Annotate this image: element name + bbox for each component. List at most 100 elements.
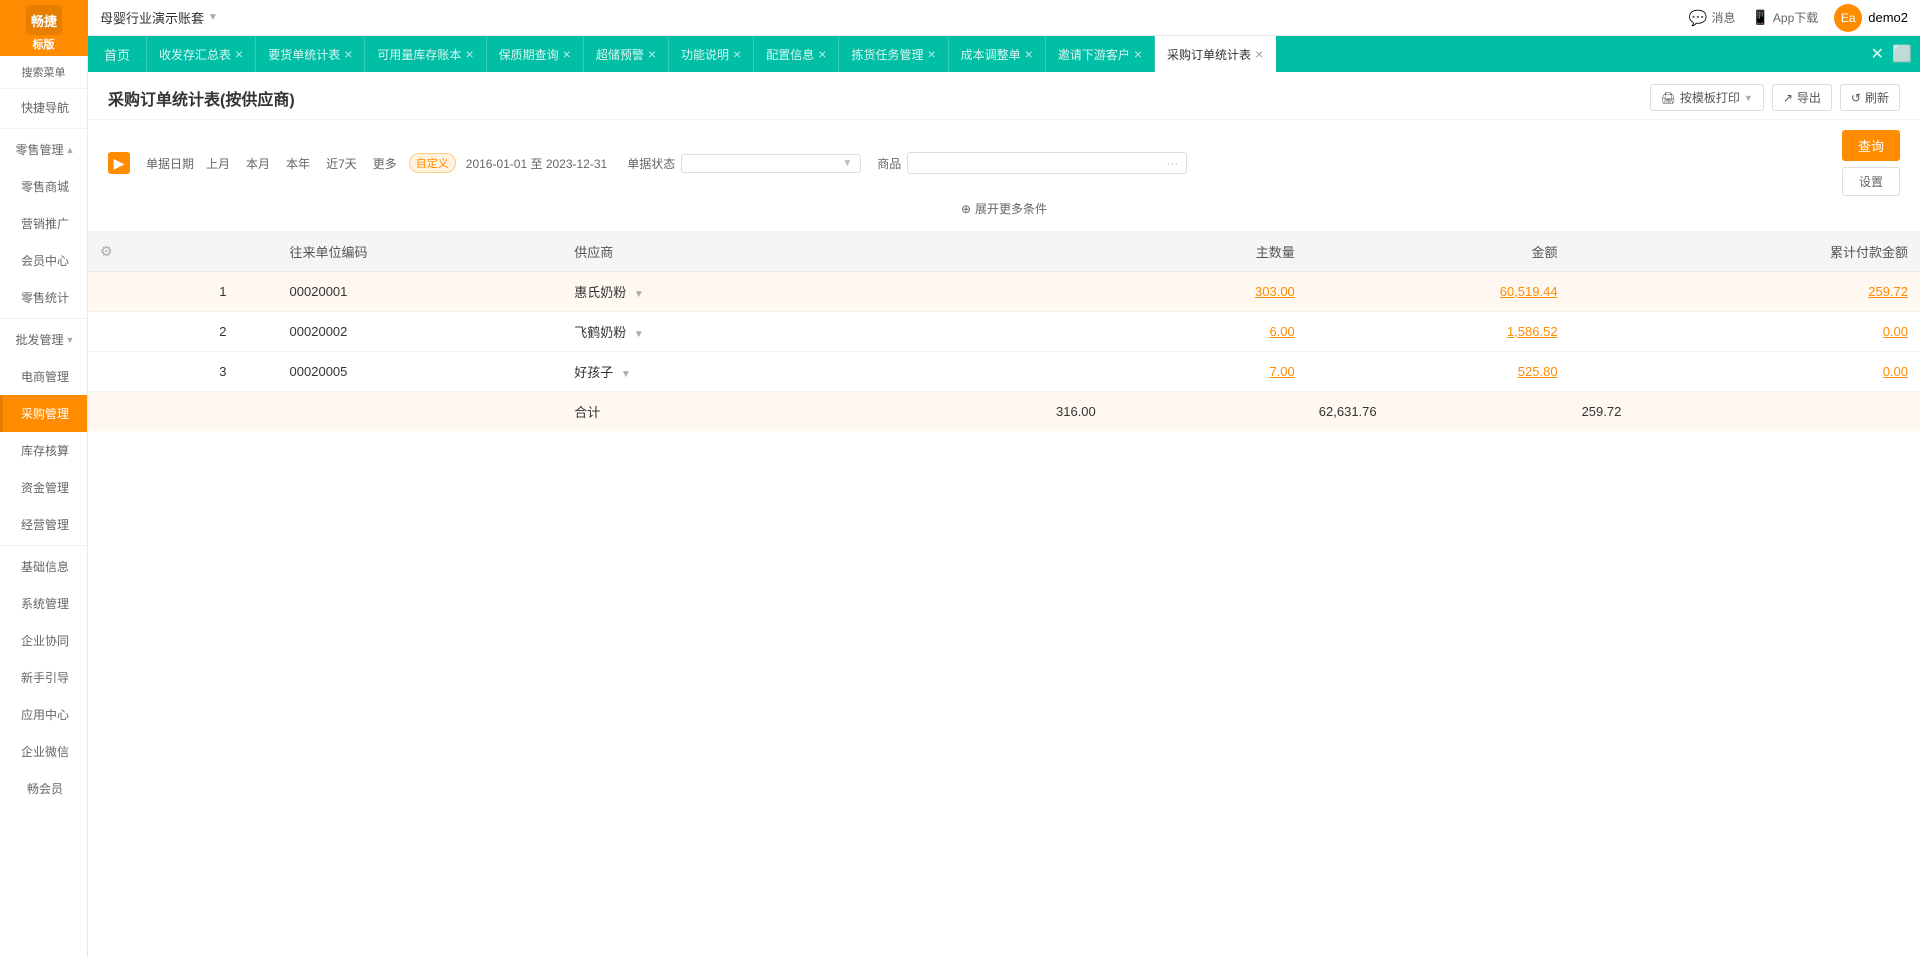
goods-input[interactable]: ···: [907, 152, 1187, 174]
message-label: 消息: [1711, 9, 1735, 26]
tab-close-icon[interactable]: ×: [648, 47, 656, 61]
row-paid[interactable]: 0.00: [1570, 352, 1920, 392]
tab-close-icon[interactable]: ×: [818, 47, 826, 61]
tab-close-icon[interactable]: ×: [235, 47, 243, 61]
sidebar-item-basic-info[interactable]: 基础信息: [0, 548, 87, 585]
filter-actions: 查询 设置: [1842, 130, 1900, 196]
search-menu[interactable]: 搜索菜单: [0, 56, 87, 89]
supplier-expand-icon[interactable]: ▼: [634, 289, 644, 300]
date-shortcut-this-year[interactable]: 本年: [280, 153, 316, 174]
template-print-button[interactable]: 🖨 按模板打印 ▼: [1650, 84, 1764, 111]
tab-close-active-icon[interactable]: ×: [1255, 47, 1263, 61]
col-header-index: [168, 232, 277, 272]
sidebar-item-inventory[interactable]: 库存核算: [0, 432, 87, 469]
refresh-icon: ↺: [1851, 91, 1861, 105]
tab-picking-task[interactable]: 拣货任务管理 ×: [839, 36, 948, 72]
tab-close-icon[interactable]: ×: [1025, 47, 1033, 61]
tab-maximize-icon[interactable]: ⬜: [1892, 44, 1912, 64]
table-header-row: ⚙ 往来单位编码 供应商 主数量: [88, 232, 1920, 272]
tab-warranty-query[interactable]: 保质期查询 ×: [487, 36, 584, 72]
date-shortcut-more[interactable]: 更多: [367, 153, 403, 174]
supplier-expand-icon[interactable]: ▼: [621, 369, 631, 380]
workspace-chevron-icon: ▼: [208, 12, 218, 23]
sidebar-item-operations[interactable]: 经营管理: [0, 506, 87, 543]
sidebar-item-retail-store[interactable]: 零售商城: [0, 168, 87, 205]
goods-filter-label: 商品: [877, 155, 901, 172]
tab-receive-summary[interactable]: 收发存汇总表 ×: [147, 36, 256, 72]
date-shortcut-this-month[interactable]: 本月: [240, 153, 276, 174]
col-header-paid: 累计付款金额: [1570, 232, 1920, 272]
filter-toggle-button[interactable]: ▶: [108, 152, 130, 174]
row-qty[interactable]: 6.00: [1044, 312, 1307, 352]
tab-close-icon[interactable]: ×: [344, 47, 352, 61]
status-select-arrow-icon: ▼: [842, 158, 852, 169]
row-amount[interactable]: 1,586.52: [1307, 312, 1570, 352]
export-button[interactable]: ↗ 导出: [1772, 84, 1832, 111]
tab-available-inventory[interactable]: 可用量库存账本 ×: [365, 36, 486, 72]
table-row: 1 00020001 惠氏奶粉 ▼ 303.00 60,519.44 259.7…: [88, 272, 1920, 312]
goods-more-icon: ···: [1166, 156, 1178, 170]
sidebar-item-wholesale-mgmt[interactable]: 批发管理 ▼: [0, 321, 87, 358]
sidebar-item-app-center[interactable]: 应用中心: [0, 696, 87, 733]
row-qty[interactable]: 7.00: [1044, 352, 1307, 392]
workspace-selector[interactable]: 母婴行业演示账套 ▼: [100, 8, 218, 27]
settings-button[interactable]: 设置: [1842, 167, 1900, 196]
tab-close-icon[interactable]: ×: [927, 47, 935, 61]
row-paid[interactable]: 259.72: [1570, 272, 1920, 312]
date-filter-label: 单据日期: [146, 155, 194, 172]
sidebar-item-member-program[interactable]: 畅会员: [0, 770, 87, 807]
tab-function-desc[interactable]: 功能说明 ×: [669, 36, 754, 72]
col-header-code: 往来单位编码: [278, 232, 563, 272]
sidebar-item-new-guide[interactable]: 新手引导: [0, 659, 87, 696]
tab-close-icon[interactable]: ×: [1134, 47, 1142, 61]
sidebar-item-ecommerce[interactable]: 电商管理: [0, 358, 87, 395]
sidebar-item-purchase-mgmt[interactable]: 采购管理: [0, 395, 87, 432]
tab-purchase-stats[interactable]: 要货单统计表 ×: [256, 36, 365, 72]
date-shortcut-last-month[interactable]: 上月: [200, 153, 236, 174]
footer-amount: 62,631.76: [1307, 392, 1570, 432]
date-shortcut-7days[interactable]: 近7天: [320, 153, 363, 174]
row-index: 1: [168, 272, 277, 312]
tab-close-icon[interactable]: ×: [563, 47, 571, 61]
status-select[interactable]: ▼: [681, 154, 861, 173]
tab-cost-adjust[interactable]: 成本调整单 ×: [949, 36, 1046, 72]
content-area: 采购订单统计表(按供应商) 🖨 按模板打印 ▼ ↗ 导出 ↺ 刷新: [88, 72, 1920, 957]
date-range-value: 2016-01-01 至 2023-12-31: [462, 155, 611, 172]
message-button[interactable]: 💬 消息: [1689, 9, 1736, 27]
row-amount[interactable]: 60,519.44: [1307, 272, 1570, 312]
sidebar-item-system-mgmt[interactable]: 系统管理: [0, 585, 87, 622]
tab-purchase-order-stats[interactable]: 采购订单统计表 ×: [1155, 36, 1276, 72]
tab-config-info[interactable]: 配置信息 ×: [754, 36, 839, 72]
refresh-button[interactable]: ↺ 刷新: [1840, 84, 1900, 111]
chevron-down-icon: ▲: [66, 145, 75, 155]
row-qty[interactable]: 303.00: [1044, 272, 1307, 312]
sidebar-item-retail-mgmt[interactable]: 零售管理 ▲: [0, 131, 87, 168]
tab-overstock-warning[interactable]: 超储预警 ×: [584, 36, 669, 72]
footer-qty: 316.00: [1044, 392, 1307, 432]
top-bar: 母婴行业演示账套 ▼ 💬 消息 📱 App下载 Ea demo2: [88, 0, 1920, 36]
user-profile[interactable]: Ea demo2: [1834, 4, 1908, 32]
tab-invite-downstream[interactable]: 邀请下游客户 ×: [1046, 36, 1155, 72]
expand-more-button[interactable]: ⊕ 展开更多条件: [108, 196, 1900, 221]
tab-close-all-icon[interactable]: ✕: [1871, 44, 1884, 64]
row-amount[interactable]: 525.80: [1307, 352, 1570, 392]
sidebar-item-marketing[interactable]: 营销推广: [0, 205, 87, 242]
app-download-button[interactable]: 📱 App下载: [1751, 9, 1818, 26]
sidebar-item-enterprise-wechat[interactable]: 企业微信: [0, 733, 87, 770]
sidebar-item-enterprise-collab[interactable]: 企业协同: [0, 622, 87, 659]
row-code: 00020005: [278, 352, 563, 392]
tab-close-icon[interactable]: ×: [733, 47, 741, 61]
sidebar-item-quick-nav[interactable]: 快捷导航: [0, 89, 87, 126]
table-settings-icon[interactable]: ⚙: [100, 243, 113, 259]
row-check: [88, 352, 168, 392]
tab-home[interactable]: 首页: [88, 36, 147, 72]
sidebar-item-finance[interactable]: 资金管理: [0, 469, 87, 506]
row-paid[interactable]: 0.00: [1570, 312, 1920, 352]
supplier-expand-icon[interactable]: ▼: [634, 329, 644, 340]
query-button[interactable]: 查询: [1842, 130, 1900, 161]
sidebar-item-member-center[interactable]: 会员中心: [0, 242, 87, 279]
sidebar-item-retail-stats[interactable]: 零售统计: [0, 279, 87, 316]
template-print-arrow-icon: ▼: [1744, 93, 1753, 103]
status-filter-label: 单据状态: [627, 155, 675, 172]
tab-close-icon[interactable]: ×: [465, 47, 473, 61]
